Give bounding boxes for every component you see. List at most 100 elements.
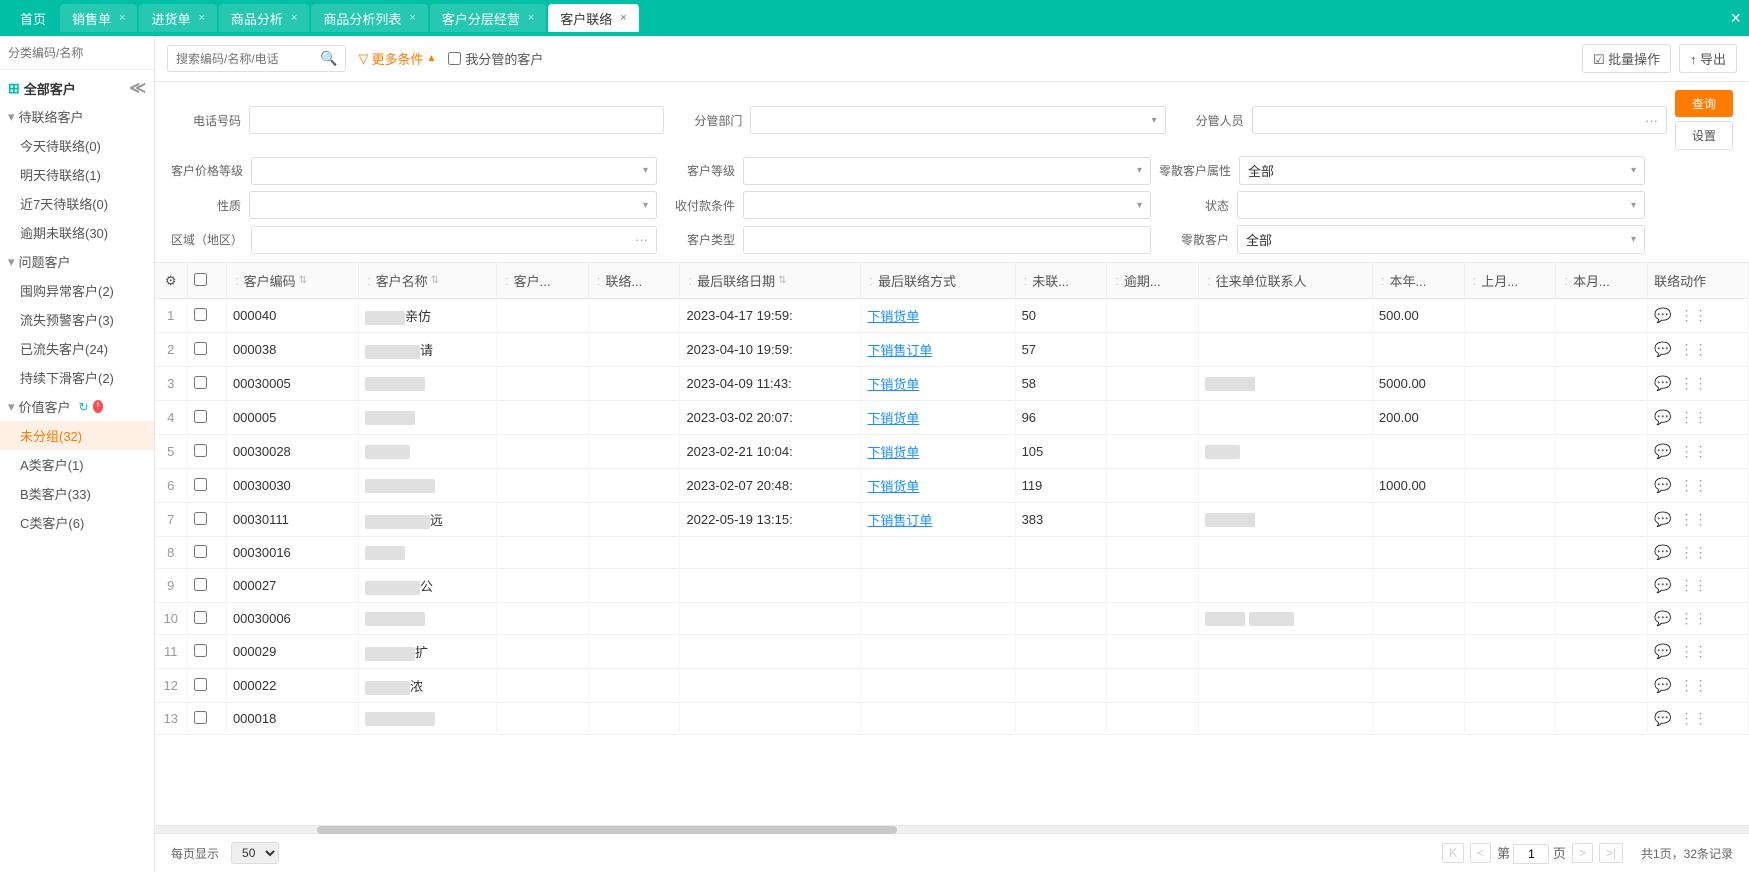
chat-icon[interactable]: 💬 <box>1654 544 1671 561</box>
close-icon[interactable]: × <box>409 12 415 24</box>
chat-icon[interactable]: 💬 <box>1654 577 1671 594</box>
apps-icon[interactable]: ⋮⋮ <box>1680 643 1708 660</box>
sidebar-item-declining[interactable]: 持续下滑客户(2) <box>0 363 154 392</box>
nav-tab-customer-tier[interactable]: 客户分层经营 × <box>430 4 546 32</box>
apps-icon[interactable]: ⋮⋮ <box>1680 511 1708 528</box>
row-checkbox[interactable] <box>194 308 207 321</box>
row-checkbox-cell[interactable] <box>187 669 226 703</box>
page-size-select[interactable]: 50 <box>231 842 279 864</box>
row-checkbox-cell[interactable] <box>187 469 226 503</box>
apps-icon[interactable]: ⋮⋮ <box>1680 677 1708 694</box>
sidebar-item-churn-warning[interactable]: 流失预警客户(3) <box>0 305 154 334</box>
filter-cust-level-select[interactable]: ▾ <box>743 157 1151 185</box>
filter-nature-select[interactable]: ▾ <box>249 191 657 219</box>
apps-icon[interactable]: ⋮⋮ <box>1680 610 1708 627</box>
scrollbar-thumb[interactable] <box>317 826 897 834</box>
close-icon[interactable]: × <box>119 12 125 24</box>
close-all-button[interactable]: × <box>1730 8 1741 29</box>
reset-button[interactable]: 设置 <box>1675 121 1733 150</box>
sidebar-item-7days[interactable]: 近7天待联络(0) <box>0 189 154 218</box>
filter-payment-select[interactable]: ▾ <box>743 191 1151 219</box>
first-page-button[interactable]: K <box>1442 843 1464 863</box>
apps-icon[interactable]: ⋮⋮ <box>1680 443 1708 460</box>
close-icon[interactable]: × <box>198 12 204 24</box>
close-icon[interactable]: × <box>620 12 626 24</box>
sidebar-item-overdue[interactable]: 逾期未联络(30) <box>0 218 154 247</box>
sidebar-item-today[interactable]: 今天待联络(0) <box>0 131 154 160</box>
chat-icon[interactable]: 💬 <box>1654 643 1671 660</box>
row-checkbox[interactable] <box>194 512 207 525</box>
row-checkbox[interactable] <box>194 376 207 389</box>
nav-tab-home[interactable]: 首页 <box>8 4 58 32</box>
nav-tab-analysis-list[interactable]: 商品分析列表 × <box>311 4 427 32</box>
row-checkbox[interactable] <box>194 578 207 591</box>
row-checkbox[interactable] <box>194 444 207 457</box>
row-checkbox[interactable] <box>194 711 207 724</box>
close-icon[interactable]: × <box>291 12 297 24</box>
my-customers-checkbox[interactable] <box>448 52 461 65</box>
row-checkbox[interactable] <box>194 478 207 491</box>
nav-tab-customer-contact[interactable]: 客户联络 × <box>548 4 638 32</box>
row-checkbox-cell[interactable] <box>187 299 226 333</box>
row-checkbox-cell[interactable] <box>187 401 226 435</box>
chat-icon[interactable]: 💬 <box>1654 610 1671 627</box>
row-checkbox-cell[interactable] <box>187 569 226 603</box>
sidebar-search-input[interactable] <box>8 46 155 60</box>
collapse-icon[interactable]: ≪ <box>129 78 146 98</box>
apps-icon[interactable]: ⋮⋮ <box>1680 341 1708 358</box>
filter-sparse-cust-select[interactable]: 全部▾ <box>1237 225 1645 254</box>
page-number-input[interactable] <box>1513 844 1549 864</box>
sidebar-item-churned[interactable]: 已流失客户(24) <box>0 334 154 363</box>
chat-icon[interactable]: 💬 <box>1654 443 1671 460</box>
filter-person-input[interactable]: ··· <box>1252 106 1667 134</box>
row-checkbox-cell[interactable] <box>187 703 226 735</box>
row-checkbox-cell[interactable] <box>187 435 226 469</box>
apps-icon[interactable]: ⋮⋮ <box>1680 375 1708 392</box>
chat-icon[interactable]: 💬 <box>1654 677 1671 694</box>
filter-sparse-attr-select[interactable]: 全部▾ <box>1239 156 1645 185</box>
apps-icon[interactable]: ⋮⋮ <box>1680 710 1708 727</box>
row-checkbox-cell[interactable] <box>187 635 226 669</box>
sidebar-group-problem[interactable]: ▾ 问题客户 <box>0 247 154 276</box>
row-checkbox[interactable] <box>194 678 207 691</box>
query-button[interactable]: 查询 <box>1675 90 1733 117</box>
row-checkbox[interactable] <box>194 342 207 355</box>
chat-icon[interactable]: 💬 <box>1654 511 1671 528</box>
last-method-link[interactable]: 下销货单 <box>867 309 919 324</box>
chat-icon[interactable]: 💬 <box>1654 307 1671 324</box>
filter-status-select[interactable]: ▾ <box>1237 191 1645 219</box>
search-input[interactable] <box>176 52 316 66</box>
sidebar-group-pending[interactable]: ▾ 待联络客户 <box>0 102 154 131</box>
apps-icon[interactable]: ⋮⋮ <box>1680 544 1708 561</box>
all-customers-header[interactable]: ⊞ 全部客户 ≪ <box>0 70 154 102</box>
last-page-button[interactable]: >| <box>1599 843 1623 863</box>
more-conditions-button[interactable]: ▽ 更多条件 ▲ <box>358 49 436 68</box>
apps-icon[interactable]: ⋮⋮ <box>1680 577 1708 594</box>
close-icon[interactable]: × <box>528 12 534 24</box>
chat-icon[interactable]: 💬 <box>1654 477 1671 494</box>
row-checkbox-cell[interactable] <box>187 537 226 569</box>
nav-tab-purchase[interactable]: 进货单 × <box>139 4 216 32</box>
last-method-link[interactable]: 下销售订单 <box>867 513 932 528</box>
filter-price-select[interactable]: ▾ <box>251 157 657 185</box>
chat-icon[interactable]: 💬 <box>1654 710 1671 727</box>
sidebar-item-abnormal[interactable]: 囤购异常客户(2) <box>0 276 154 305</box>
sidebar-item-ungrouped[interactable]: 未分组(32) <box>0 421 154 450</box>
next-page-button[interactable]: > <box>1572 843 1593 863</box>
refresh-icon[interactable]: ↻ <box>79 400 89 414</box>
row-checkbox[interactable] <box>194 611 207 624</box>
apps-icon[interactable]: ⋮⋮ <box>1680 477 1708 494</box>
select-all-checkbox[interactable] <box>194 273 207 286</box>
chat-icon[interactable]: 💬 <box>1654 375 1671 392</box>
nav-tab-sales[interactable]: 销售单 × <box>60 4 137 32</box>
last-method-link[interactable]: 下销货单 <box>867 411 919 426</box>
search-icon[interactable]: 🔍 <box>320 50 337 67</box>
apps-icon[interactable]: ⋮⋮ <box>1680 409 1708 426</box>
row-checkbox-cell[interactable] <box>187 503 226 537</box>
row-checkbox-cell[interactable] <box>187 603 226 635</box>
row-checkbox-cell[interactable] <box>187 367 226 401</box>
search-box[interactable]: 🔍 <box>167 45 346 72</box>
row-checkbox[interactable] <box>194 545 207 558</box>
nav-tab-analysis[interactable]: 商品分析 × <box>219 4 309 32</box>
last-method-link[interactable]: 下销货单 <box>867 445 919 460</box>
